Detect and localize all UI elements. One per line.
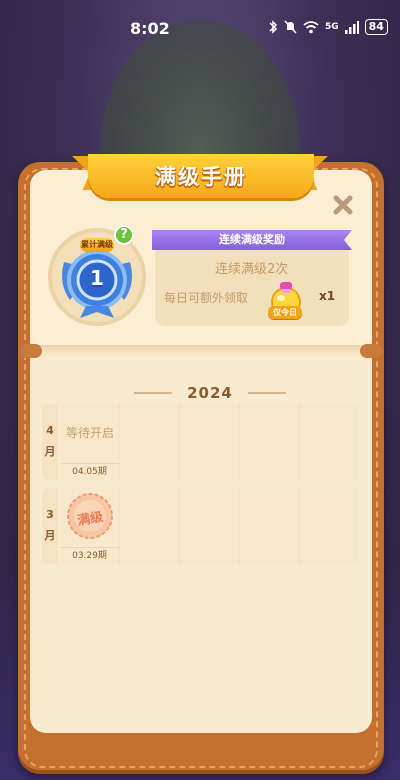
week-cell [300, 404, 358, 480]
week-cell [120, 488, 178, 564]
period-label: 04.05期 [60, 463, 119, 480]
page-fold [30, 345, 372, 359]
week-cell[interactable]: 满级 03.29期 [60, 488, 119, 564]
reward-quantity: x1 [319, 289, 336, 303]
binder-ring-right [360, 344, 382, 358]
page-title: 满级手册 [155, 165, 247, 189]
week-cell [240, 404, 298, 480]
status-icons: 5G 84 [268, 19, 388, 35]
week-cell [300, 488, 358, 564]
title-ribbon: 满级手册 [88, 154, 314, 198]
month-row-march: 3 月 满级 03.29期 [42, 488, 358, 564]
network-label: 5G [325, 22, 339, 32]
period-label: 03.29期 [60, 547, 119, 564]
medal-count: 1 [90, 266, 104, 290]
today-only-tag: 仅今日 [268, 306, 302, 319]
help-icon[interactable]: ? [114, 225, 134, 245]
month-cells: 满级 03.29期 [60, 488, 358, 564]
month-label: 4 月 [42, 404, 58, 480]
status-time: 8:02 [130, 19, 170, 38]
wifi-icon [303, 20, 319, 33]
signal-icon [344, 20, 359, 34]
waiting-status: 等待开启 [66, 426, 115, 440]
week-cell [180, 404, 238, 480]
close-button[interactable] [330, 192, 356, 218]
cumulative-badge: 累计满级 [80, 238, 114, 252]
year-divider-right [248, 392, 286, 394]
bluetooth-icon [269, 20, 278, 34]
month-label: 3 月 [42, 488, 58, 564]
week-cell [120, 404, 178, 480]
month-cells: 等待开启 04.05期 [60, 404, 358, 480]
reward-banner: 连续满级奖励 [152, 230, 352, 250]
binder-ring-left [20, 344, 42, 358]
month-row-april: 4 月 等待开启 04.05期 [42, 404, 358, 480]
week-cell [240, 488, 298, 564]
daily-bonus-text: 每日可额外领取 [164, 291, 249, 305]
year-header: 2024 [130, 384, 290, 402]
mute-icon [284, 20, 297, 34]
streak-text: 连续满级2次 [215, 262, 289, 277]
month-unit: 月 [44, 445, 56, 458]
battery-indicator: 84 [364, 19, 388, 35]
month-unit: 月 [44, 529, 56, 542]
month-number: 3 [46, 508, 54, 521]
week-cell [180, 488, 238, 564]
week-cell[interactable]: 等待开启 04.05期 [60, 404, 119, 480]
month-number: 4 [46, 424, 54, 437]
close-icon [333, 195, 353, 215]
reward-panel [155, 244, 349, 326]
status-bar: 8:02 5G 84 [0, 0, 400, 58]
